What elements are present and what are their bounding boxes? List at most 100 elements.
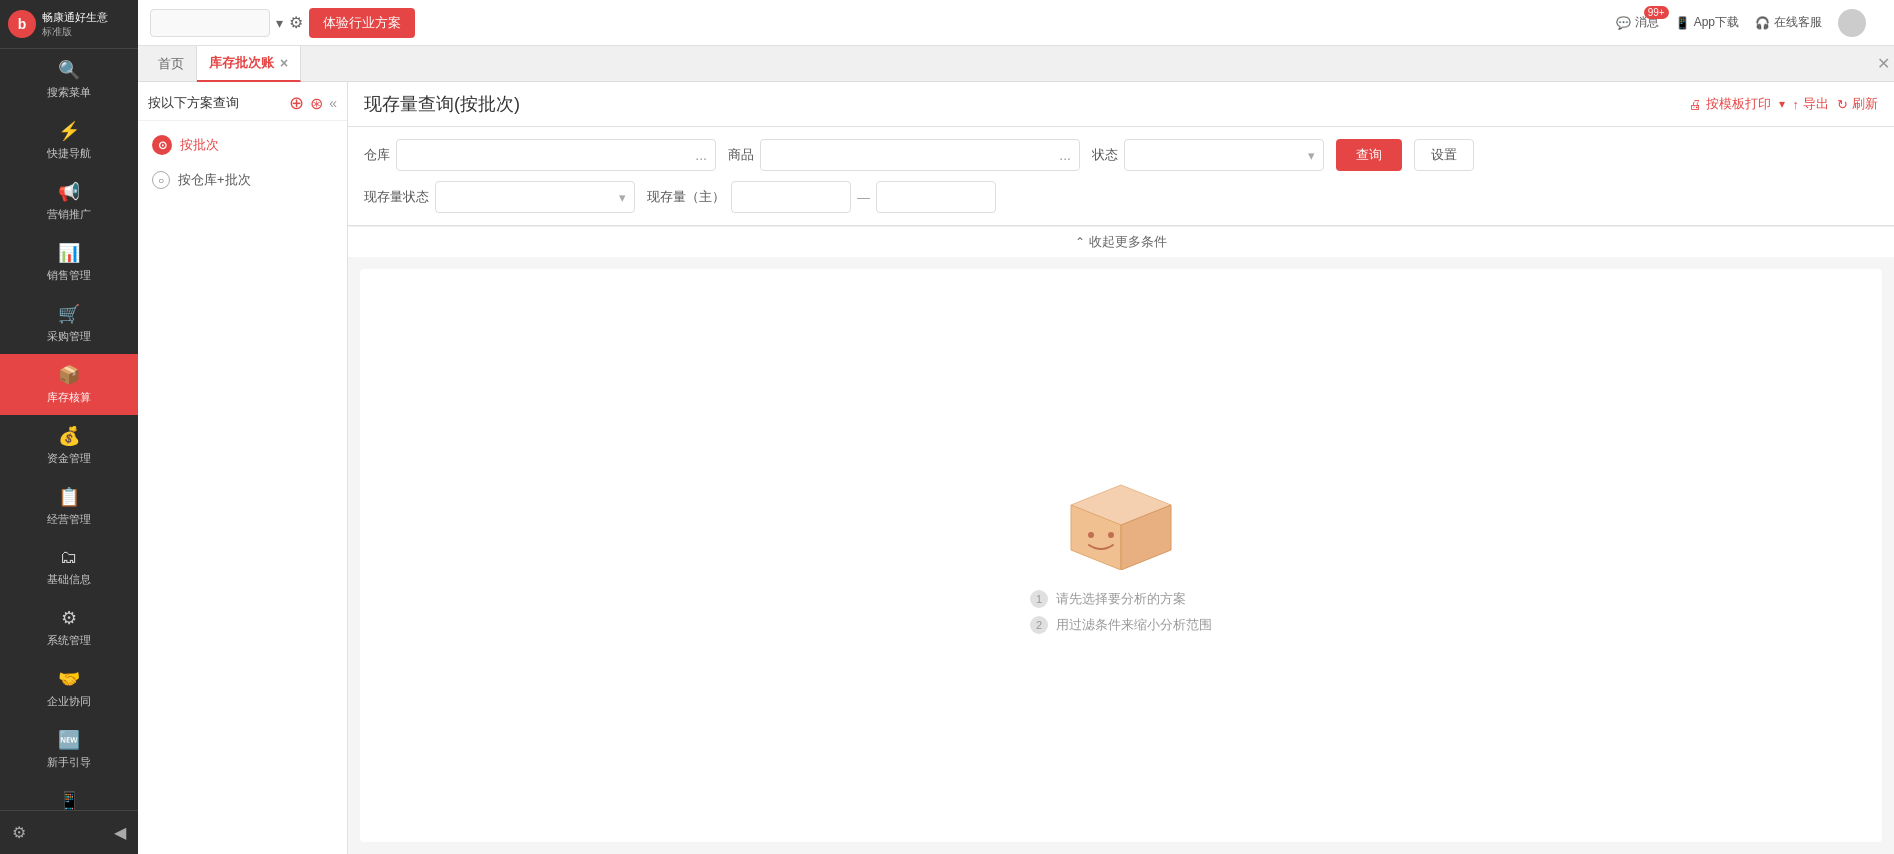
goods-more-button[interactable]: ... [1059,147,1071,163]
inventory-amount-label: 现存量（主） [647,188,725,206]
inventory-status-field: 现存量状态 ▾ [364,181,635,213]
scheme-settings-button[interactable]: ⊛ [310,94,323,113]
sidebar-system-label: 系统管理 [47,633,91,648]
tab-home[interactable]: 首页 [146,46,197,82]
sidebar-item-inventory[interactable]: 📦 库存核算 [0,354,138,415]
sidebar-item-basic[interactable]: 🗂 基础信息 [0,537,138,597]
topbar-dropdown-button[interactable]: ▾ [276,15,283,31]
topbar-search-input[interactable] [150,9,270,37]
sidebar-sales-label: 销售管理 [47,268,91,283]
refresh-button[interactable]: ↻ 刷新 [1837,95,1878,113]
experience-industry-button[interactable]: 体验行业方案 [309,8,415,38]
filter-panel: 按以下方案查询 ⊕ ⊛ « ⊙ 按批次 ○ 按仓库+批次 [138,82,348,854]
goods-input[interactable]: ... [760,139,1080,171]
page-header: 现存量查询(按批次) 🖨 按模板打印 ▾ ↑ 导出 ↻ [348,82,1894,127]
sidebar-item-enterprise[interactable]: 🤝 企业协同 [0,658,138,719]
collapse-more-bar[interactable]: ⌃ 收起更多条件 [348,226,1894,257]
inventory-status-dropdown-icon: ▾ [619,190,626,205]
topbar-settings-button[interactable]: ⚙ [289,13,303,32]
sidebar-item-marketing[interactable]: 📢 营销推广 [0,171,138,232]
export-button[interactable]: ↑ 导出 [1793,95,1830,113]
warehouse-field: 仓库 ... [364,139,716,171]
refresh-icon: ↻ [1837,97,1848,112]
export-label: 导出 [1803,95,1829,113]
print-dropdown-button[interactable]: ▾ [1779,97,1785,111]
sidebar-enterprise-label: 企业协同 [47,694,91,709]
sidebar-item-purchase[interactable]: 🛒 采购管理 [0,293,138,354]
sidebar-collapse-button[interactable]: ◀ [110,819,130,846]
filter-scheme-by-batch[interactable]: ⊙ 按批次 [138,127,347,163]
filter-row-2: 现存量状态 ▾ 现存量（主） — [364,181,1878,213]
message-action[interactable]: 💬 消息 99+ [1616,14,1659,31]
shortcut-icon: ⚡ [58,120,80,142]
headset-icon: 🎧 [1755,16,1770,30]
print-button[interactable]: 🖨 按模板打印 [1689,95,1771,113]
empty-illustration-svg [1061,470,1181,570]
app-logo: b [8,10,36,38]
sidebar-item-finance[interactable]: 💰 资金管理 [0,415,138,476]
inventory-amount-range: — [731,181,996,213]
inventory-amount-max[interactable] [876,181,996,213]
purchase-icon: 🛒 [58,303,80,325]
status-select[interactable]: ▾ [1124,139,1324,171]
page-header-actions: 🖨 按模板打印 ▾ ↑ 导出 ↻ 刷新 [1689,95,1879,113]
status-dropdown-icon: ▾ [1308,148,1315,163]
user-avatar[interactable] [1838,9,1866,37]
sidebar-basic-label: 基础信息 [47,572,91,587]
online-service-action[interactable]: 🎧 在线客服 [1755,14,1822,31]
range-separator: — [857,190,870,205]
sidebar-item-operation[interactable]: 📋 经营管理 [0,476,138,537]
sidebar-item-apps[interactable]: 📱 应用中心 [0,780,138,810]
inventory-status-label: 现存量状态 [364,188,429,206]
tab-bar: 首页 库存批次账 × ✕ [138,46,1894,82]
svg-point-3 [1088,532,1094,538]
sidebar-item-shortcut[interactable]: ⚡ 快捷导航 [0,110,138,171]
tab-inventory-batch[interactable]: 库存批次账 × [197,46,301,82]
operation-icon: 📋 [58,486,80,508]
app-download-action[interactable]: 📱 App下载 [1675,14,1739,31]
sidebar-item-guide[interactable]: 🆕 新手引导 [0,719,138,780]
brand-name: 畅康通好生意 [42,10,108,25]
sidebar-item-system[interactable]: ⚙ 系统管理 [0,597,138,658]
inventory-status-select[interactable]: ▾ [435,181,635,213]
filter-scheme-by-warehouse-batch[interactable]: ○ 按仓库+批次 [138,163,347,197]
goods-label: 商品 [728,146,754,164]
basic-icon: 🗂 [60,547,78,568]
scheme-by-batch-label: 按批次 [180,136,219,154]
mobile-icon: 📱 [1675,16,1690,30]
sidebar-item-search[interactable]: 🔍 搜索菜单 [0,49,138,110]
filter-scheme-list: ⊙ 按批次 ○ 按仓库+批次 [138,121,347,203]
refresh-label: 刷新 [1852,95,1878,113]
settings-button[interactable]: 设置 [1414,139,1474,171]
tip-text-1: 请先选择要分析的方案 [1056,590,1186,608]
system-icon: ⚙ [61,607,77,629]
scheme-by-batch-icon: ⊙ [152,135,172,155]
sidebar-settings-button[interactable]: ⚙ [8,819,30,846]
inventory-amount-min[interactable] [731,181,851,213]
add-scheme-button[interactable]: ⊕ [289,92,304,114]
tab-close-all-button[interactable]: ✕ [1877,54,1890,73]
query-button[interactable]: 查询 [1336,139,1402,171]
sidebar-shortcut-label: 快捷导航 [47,146,91,161]
tab-close-button[interactable]: × [280,56,288,70]
sidebar-header: b 畅康通好生意 标准版 [0,0,138,49]
print-label: 按模板打印 [1706,95,1771,113]
collapse-more-label: 收起更多条件 [1089,233,1167,251]
sidebar-search-label: 搜索菜单 [47,85,91,100]
sidebar-footer: ⚙ ◀ [0,810,138,854]
scheme-by-warehouse-batch-icon: ○ [152,171,170,189]
online-service-label: 在线客服 [1774,14,1822,31]
marketing-icon: 📢 [58,181,80,203]
panel-collapse-button[interactable]: « [329,95,337,111]
status-label: 状态 [1092,146,1118,164]
message-badge: 99+ [1644,6,1669,19]
enterprise-icon: 🤝 [58,668,80,690]
sidebar-guide-label: 新手引导 [47,755,91,770]
warehouse-more-button[interactable]: ... [695,147,707,163]
empty-state: 1 请先选择要分析的方案 2 用过滤条件来缩小分析范围 [360,269,1882,842]
warehouse-input[interactable]: ... [396,139,716,171]
sidebar: b 畅康通好生意 标准版 🔍 搜索菜单 ⚡ 快捷导航 📢 营销推广 📊 [0,0,138,854]
sidebar-item-sales[interactable]: 📊 销售管理 [0,232,138,293]
svg-point-4 [1108,532,1114,538]
filter-panel-actions: ⊕ ⊛ « [289,92,337,114]
